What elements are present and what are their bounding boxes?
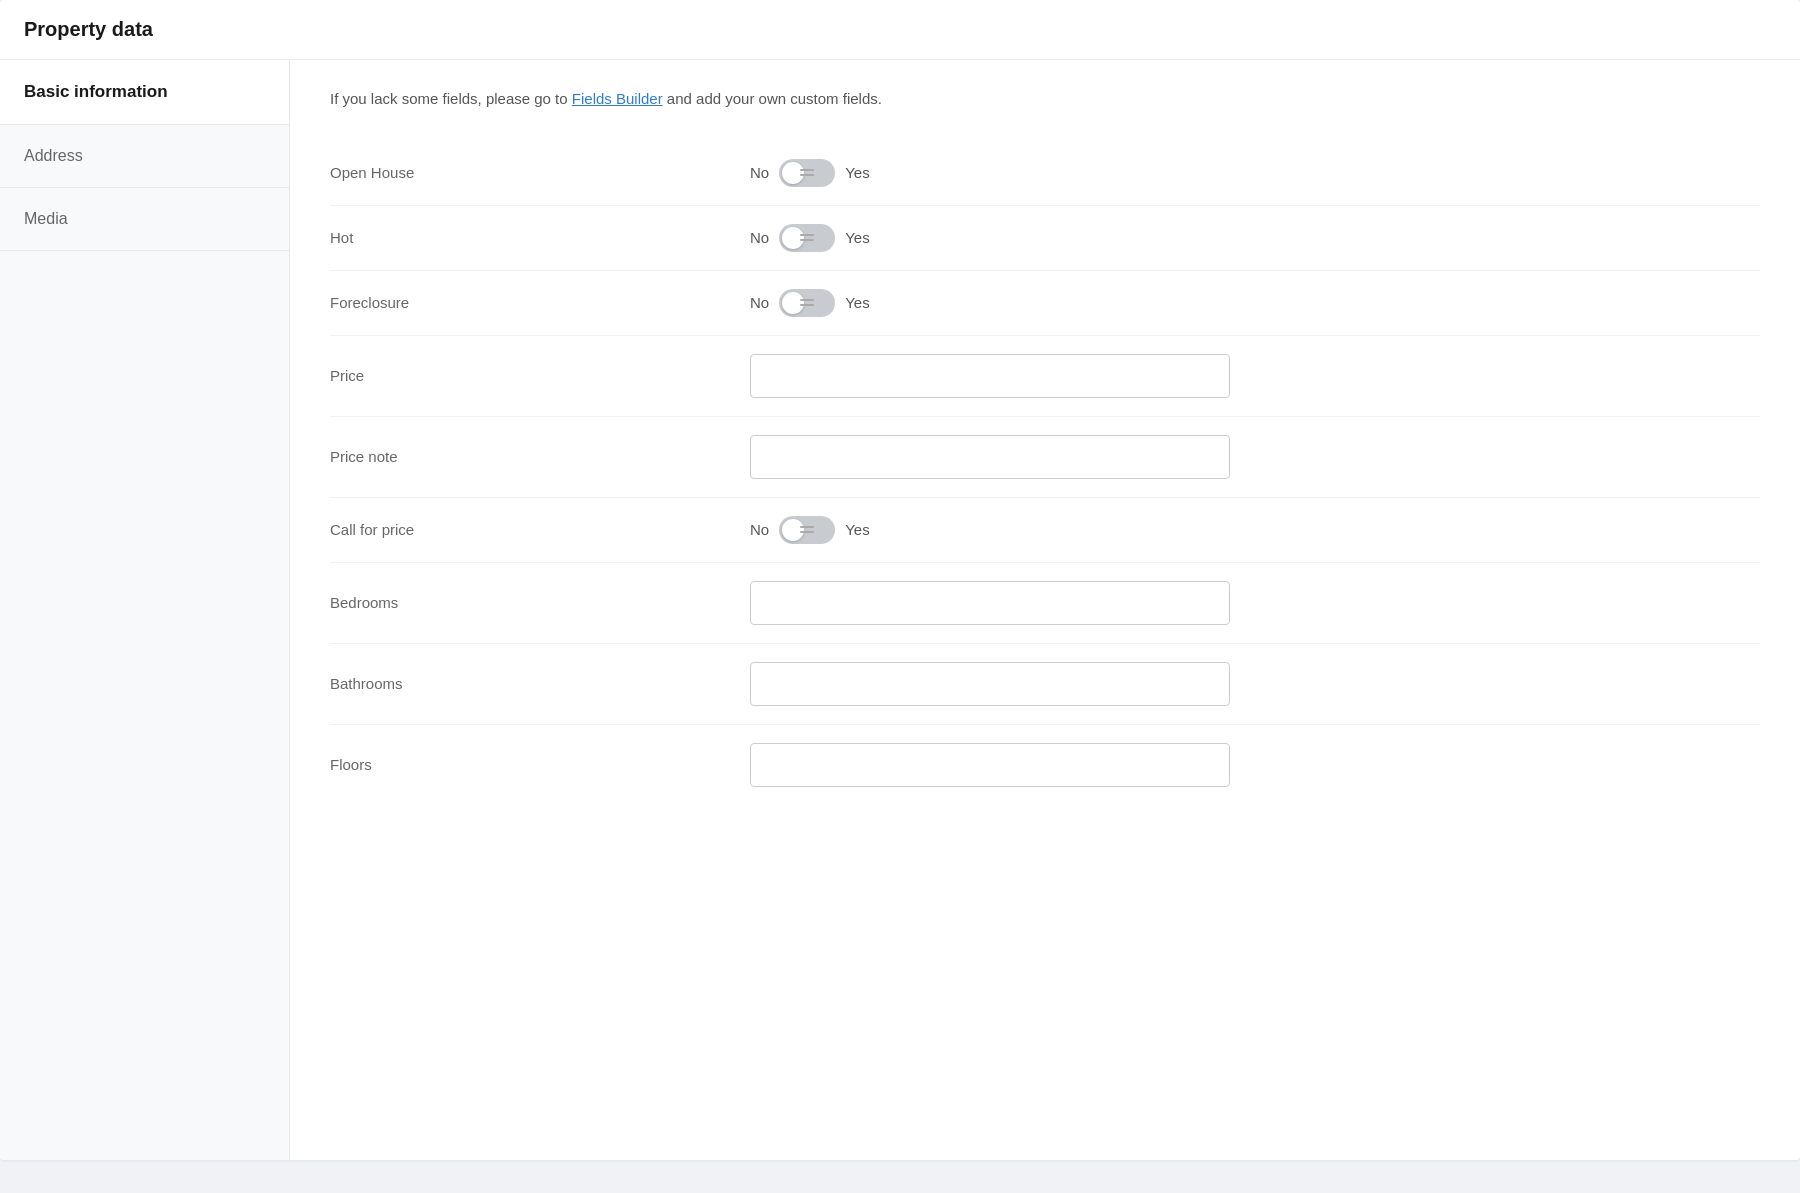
toggle-handle-lines bbox=[800, 526, 814, 533]
info-message-after: and add your own custom fields. bbox=[663, 90, 882, 107]
toggle-yes-label-foreclosure: Yes bbox=[845, 294, 869, 311]
main-content: If you lack some fields, please go to Fi… bbox=[290, 60, 1800, 1160]
info-message-before: If you lack some fields, please go to bbox=[330, 90, 572, 107]
toggle-no-label-open-house: No bbox=[750, 164, 769, 181]
field-label-hot: Hot bbox=[330, 229, 750, 246]
sidebar-item-basic-information[interactable]: Basic information bbox=[0, 60, 289, 125]
toggle-open-house[interactable] bbox=[779, 159, 835, 187]
field-label-foreclosure: Foreclosure bbox=[330, 294, 750, 311]
toggle-group-foreclosure: No Ye bbox=[750, 289, 870, 317]
field-control-price bbox=[750, 354, 1760, 398]
field-row-bathrooms: Bathrooms bbox=[330, 644, 1760, 725]
field-control-bathrooms bbox=[750, 662, 1760, 706]
bedrooms-input[interactable] bbox=[750, 581, 1230, 625]
toggle-slider-hot bbox=[779, 224, 835, 252]
card-header: Property data bbox=[0, 0, 1800, 60]
field-label-price-note: Price note bbox=[330, 448, 750, 465]
field-row-foreclosure: Foreclosure No bbox=[330, 271, 1760, 336]
field-label-floors: Floors bbox=[330, 756, 750, 773]
field-label-price: Price bbox=[330, 367, 750, 384]
toggle-slider-open-house bbox=[779, 159, 835, 187]
field-control-price-note bbox=[750, 435, 1760, 479]
sidebar-item-media[interactable]: Media bbox=[0, 188, 289, 251]
toggle-group-hot: No Ye bbox=[750, 224, 870, 252]
sidebar-item-label: Media bbox=[24, 210, 68, 227]
toggle-handle-lines bbox=[800, 234, 814, 241]
price-note-input[interactable] bbox=[750, 435, 1230, 479]
form-fields: Open House No bbox=[330, 141, 1760, 805]
field-control-call-for-price: No Ye bbox=[750, 516, 1760, 544]
field-control-foreclosure: No Ye bbox=[750, 289, 1760, 317]
fields-builder-link[interactable]: Fields Builder bbox=[572, 90, 663, 107]
toggle-no-label-hot: No bbox=[750, 229, 769, 246]
toggle-call-for-price[interactable] bbox=[779, 516, 835, 544]
toggle-foreclosure[interactable] bbox=[779, 289, 835, 317]
info-message: If you lack some fields, please go to Fi… bbox=[330, 88, 1760, 111]
toggle-group-call-for-price: No Ye bbox=[750, 516, 870, 544]
field-row-price: Price bbox=[330, 336, 1760, 417]
field-row-price-note: Price note bbox=[330, 417, 1760, 498]
toggle-yes-label-open-house: Yes bbox=[845, 164, 869, 181]
toggle-slider-call-for-price bbox=[779, 516, 835, 544]
page-title: Property data bbox=[24, 18, 1776, 41]
page-container: Property data Basic information Address … bbox=[0, 0, 1800, 1193]
field-row-floors: Floors bbox=[330, 725, 1760, 805]
toggle-yes-label-hot: Yes bbox=[845, 229, 869, 246]
field-control-hot: No Ye bbox=[750, 224, 1760, 252]
sidebar-item-label: Address bbox=[24, 147, 83, 164]
property-data-card: Property data Basic information Address … bbox=[0, 0, 1800, 1160]
toggle-handle-lines bbox=[800, 299, 814, 306]
field-control-open-house: No Ye bbox=[750, 159, 1760, 187]
toggle-no-label-call-for-price: No bbox=[750, 521, 769, 538]
field-control-floors bbox=[750, 743, 1760, 787]
sidebar-item-address[interactable]: Address bbox=[0, 125, 289, 188]
sidebar-item-label: Basic information bbox=[24, 82, 168, 101]
price-input[interactable] bbox=[750, 354, 1230, 398]
toggle-no-label-foreclosure: No bbox=[750, 294, 769, 311]
field-row-call-for-price: Call for price No bbox=[330, 498, 1760, 563]
toggle-group-open-house: No Ye bbox=[750, 159, 870, 187]
card-body: Basic information Address Media If you l… bbox=[0, 60, 1800, 1160]
toggle-slider-foreclosure bbox=[779, 289, 835, 317]
floors-input[interactable] bbox=[750, 743, 1230, 787]
toggle-hot[interactable] bbox=[779, 224, 835, 252]
toggle-yes-label-call-for-price: Yes bbox=[845, 521, 869, 538]
field-control-bedrooms bbox=[750, 581, 1760, 625]
field-label-bedrooms: Bedrooms bbox=[330, 594, 750, 611]
bathrooms-input[interactable] bbox=[750, 662, 1230, 706]
field-label-call-for-price: Call for price bbox=[330, 521, 750, 538]
field-row-open-house: Open House No bbox=[330, 141, 1760, 206]
field-row-bedrooms: Bedrooms bbox=[330, 563, 1760, 644]
sidebar: Basic information Address Media bbox=[0, 60, 290, 1160]
field-row-hot: Hot No bbox=[330, 206, 1760, 271]
field-label-bathrooms: Bathrooms bbox=[330, 675, 750, 692]
field-label-open-house: Open House bbox=[330, 164, 750, 181]
toggle-handle-lines bbox=[800, 169, 814, 176]
